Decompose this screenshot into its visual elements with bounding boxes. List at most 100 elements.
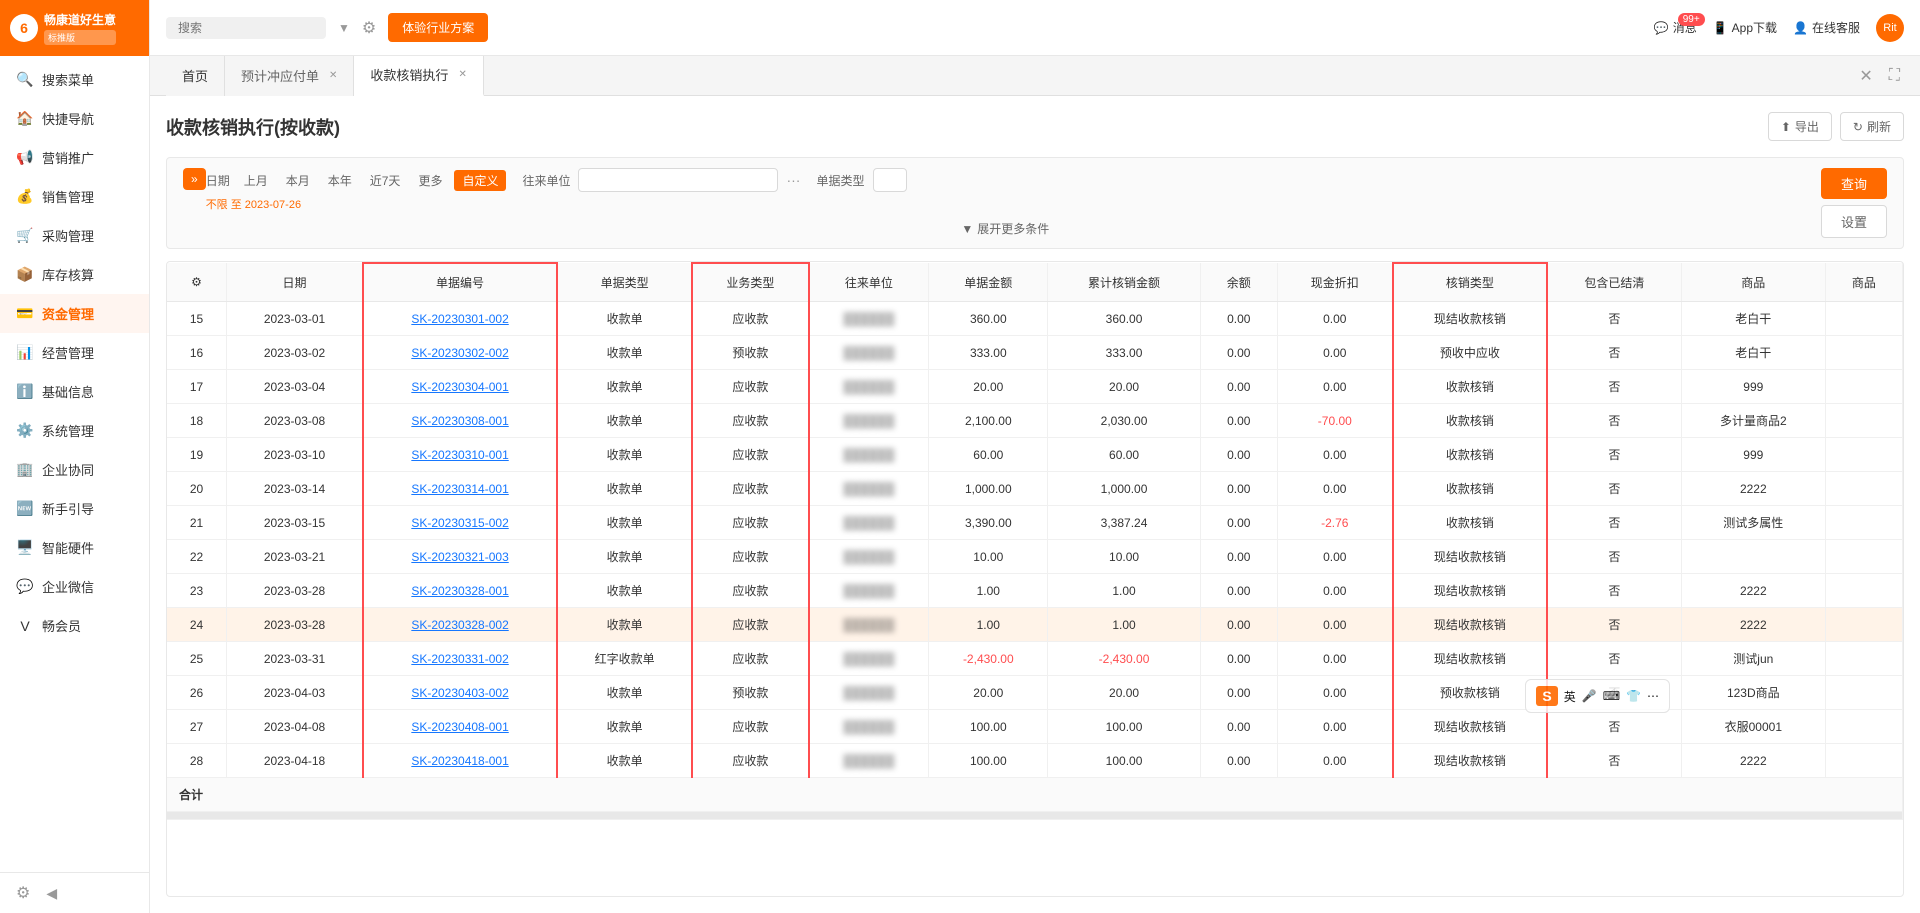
filter-date-range-row: 不限 至 2023-07-26	[206, 196, 1805, 212]
filter-toggle-button[interactable]: »	[183, 168, 206, 190]
td-balance: 0.00	[1200, 370, 1277, 404]
td-bill-no[interactable]: SK-20230308-001	[363, 404, 557, 438]
app-download-link[interactable]: 📱 App下载	[1713, 19, 1777, 36]
td-product: 多计量商品2	[1681, 404, 1825, 438]
filter-settings-button[interactable]: 设置	[1821, 205, 1887, 238]
td-bill-no[interactable]: SK-20230328-001	[363, 574, 557, 608]
partner-input[interactable]	[578, 168, 778, 192]
page-header: 收款核销执行(按收款) ⬆ 导出 ↻ 刷新	[166, 112, 1904, 141]
table-row[interactable]: 25 2023-03-31 SK-20230331-002 红字收款单 应收款 …	[167, 642, 1903, 676]
tab-collection[interactable]: 收款核销执行 ✕	[354, 56, 483, 96]
watermark-shirt-icon: 👕	[1626, 689, 1641, 703]
td-cumulative: 333.00	[1048, 336, 1200, 370]
td-bill-no[interactable]: SK-20230314-001	[363, 472, 557, 506]
sidebar-item-wechat[interactable]: 💬企业微信	[0, 567, 149, 606]
td-bill-no[interactable]: SK-20230403-002	[363, 676, 557, 710]
sidebar-item-guide[interactable]: 🆕新手引导	[0, 489, 149, 528]
total-label: 合计	[167, 778, 1903, 812]
collapse-icon[interactable]: ◀	[46, 885, 57, 902]
sidebar-item-marketing[interactable]: 📢营销推广	[0, 138, 149, 177]
sidebar-item-member[interactable]: V畅会员	[0, 606, 149, 645]
td-product: 测试多属性	[1681, 506, 1825, 540]
settings-col-icon[interactable]: ⚙	[191, 275, 202, 289]
receipt-type-select[interactable]	[873, 168, 907, 192]
tab-payables[interactable]: 预计冲应付单 ✕	[225, 56, 354, 96]
sidebar-item-inventory[interactable]: 📦库存核算	[0, 255, 149, 294]
td-bill-no[interactable]: SK-20230304-001	[363, 370, 557, 404]
query-button[interactable]: 查询	[1821, 168, 1887, 199]
this-month-btn[interactable]: 本月	[280, 170, 316, 191]
td-bill-no[interactable]: SK-20230301-002	[363, 302, 557, 336]
maximize-icon[interactable]: ⛶	[1885, 67, 1904, 85]
tab-home[interactable]: 首页	[166, 56, 225, 96]
table-row[interactable]: 18 2023-03-08 SK-20230308-001 收款单 应收款 ██…	[167, 404, 1903, 438]
table-row[interactable]: 16 2023-03-02 SK-20230302-002 收款单 预收款 ██…	[167, 336, 1903, 370]
close-payables-tab-icon[interactable]: ✕	[329, 70, 337, 81]
table-row[interactable]: 15 2023-03-01 SK-20230301-002 收款单 应收款 ██…	[167, 302, 1903, 336]
sidebar-label-search: 搜索菜单	[42, 70, 94, 89]
table-row[interactable]: 28 2023-04-18 SK-20230418-001 收款单 应收款 ██…	[167, 744, 1903, 778]
more-btn[interactable]: 更多	[412, 170, 448, 191]
export-button[interactable]: ⬆ 导出	[1768, 112, 1832, 141]
th-settings[interactable]: ⚙	[167, 263, 227, 302]
td-biz-type: 应收款	[692, 540, 808, 574]
tabbar: 首页 预计冲应付单 ✕ 收款核销执行 ✕ ✕ ⛶	[150, 56, 1920, 96]
sidebar-item-search[interactable]: 🔍搜索菜单	[0, 60, 149, 99]
sidebar-item-system[interactable]: ⚙️系统管理	[0, 411, 149, 450]
gear-icon[interactable]: ⚙	[362, 18, 376, 38]
table-row[interactable]: 23 2023-03-28 SK-20230328-001 收款单 应收款 ██…	[167, 574, 1903, 608]
expand-button[interactable]: ▼ 展开更多条件	[961, 220, 1049, 237]
td-bill-amount: 3,390.00	[929, 506, 1048, 540]
sidebar-item-quicknav[interactable]: 🏠快捷导航	[0, 99, 149, 138]
td-cash-discount: 0.00	[1277, 608, 1393, 642]
td-partner: ██████	[809, 302, 929, 336]
system-icon: ⚙️	[16, 422, 34, 439]
sidebar-item-sales[interactable]: 💰销售管理	[0, 177, 149, 216]
td-bill-no[interactable]: SK-20230315-002	[363, 506, 557, 540]
search-input[interactable]	[166, 17, 326, 39]
td-bill-no[interactable]: SK-20230321-003	[363, 540, 557, 574]
td-cumulative: 100.00	[1048, 710, 1200, 744]
th-bill-no: 单据编号	[363, 263, 557, 302]
td-no: 16	[167, 336, 227, 370]
solution-button[interactable]: 体验行业方案	[388, 13, 488, 42]
custom-date-btn[interactable]: 自定义	[454, 170, 506, 191]
sidebar-label-marketing: 营销推广	[42, 148, 94, 167]
partner-dots[interactable]: ···	[786, 172, 800, 188]
this-year-btn[interactable]: 本年	[322, 170, 358, 191]
sidebar-item-hardware[interactable]: 🖥️智能硬件	[0, 528, 149, 567]
last7-btn[interactable]: 近7天	[364, 170, 407, 191]
filter-date-item: 日期 上月 本月 本年 近7天 更多 自定义	[206, 170, 507, 191]
td-bill-no[interactable]: SK-20230331-002	[363, 642, 557, 676]
sidebar-item-operation[interactable]: 📊经营管理	[0, 333, 149, 372]
td-cumulative: 3,387.24	[1048, 506, 1200, 540]
settings-icon[interactable]: ⚙	[16, 883, 30, 903]
td-bill-no[interactable]: SK-20230408-001	[363, 710, 557, 744]
sidebar-item-purchase[interactable]: 🛒采购管理	[0, 216, 149, 255]
table-row[interactable]: 24 2023-03-28 SK-20230328-002 收款单 应收款 ██…	[167, 608, 1903, 642]
td-bill-no[interactable]: SK-20230302-002	[363, 336, 557, 370]
close-tab-icon[interactable]: ✕	[1855, 66, 1876, 86]
sidebar-item-basic[interactable]: ℹ️基础信息	[0, 372, 149, 411]
table-row[interactable]: 27 2023-04-08 SK-20230408-001 收款单 应收款 ██…	[167, 710, 1903, 744]
table-row[interactable]: 19 2023-03-10 SK-20230310-001 收款单 应收款 ██…	[167, 438, 1903, 472]
sidebar-item-finance[interactable]: 💳资金管理	[0, 294, 149, 333]
td-bill-no[interactable]: SK-20230328-002	[363, 608, 557, 642]
online-service-link[interactable]: 👤 在线客服	[1793, 19, 1860, 36]
refresh-button[interactable]: ↻ 刷新	[1840, 112, 1904, 141]
last-month-btn[interactable]: 上月	[238, 170, 274, 191]
table-row[interactable]: 20 2023-03-14 SK-20230314-001 收款单 应收款 ██…	[167, 472, 1903, 506]
td-bill-no[interactable]: SK-20230418-001	[363, 744, 557, 778]
td-product: 老白干	[1681, 336, 1825, 370]
td-biz-type: 应收款	[692, 370, 808, 404]
td-bill-no[interactable]: SK-20230310-001	[363, 438, 557, 472]
td-bill-amount: 20.00	[929, 370, 1048, 404]
page-content: 收款核销执行(按收款) ⬆ 导出 ↻ 刷新 » 日期	[150, 96, 1920, 913]
table-row[interactable]: 22 2023-03-21 SK-20230321-003 收款单 应收款 ██…	[167, 540, 1903, 574]
sidebar-item-enterprise[interactable]: 🏢企业协同	[0, 450, 149, 489]
table-row[interactable]: 21 2023-03-15 SK-20230315-002 收款单 应收款 ██…	[167, 506, 1903, 540]
table-row[interactable]: 17 2023-03-04 SK-20230304-001 收款单 应收款 ██…	[167, 370, 1903, 404]
close-collection-tab-icon[interactable]: ✕	[458, 69, 466, 80]
message-button[interactable]: 💬 消息 99+	[1654, 19, 1697, 36]
avatar[interactable]: Rit	[1876, 14, 1904, 42]
